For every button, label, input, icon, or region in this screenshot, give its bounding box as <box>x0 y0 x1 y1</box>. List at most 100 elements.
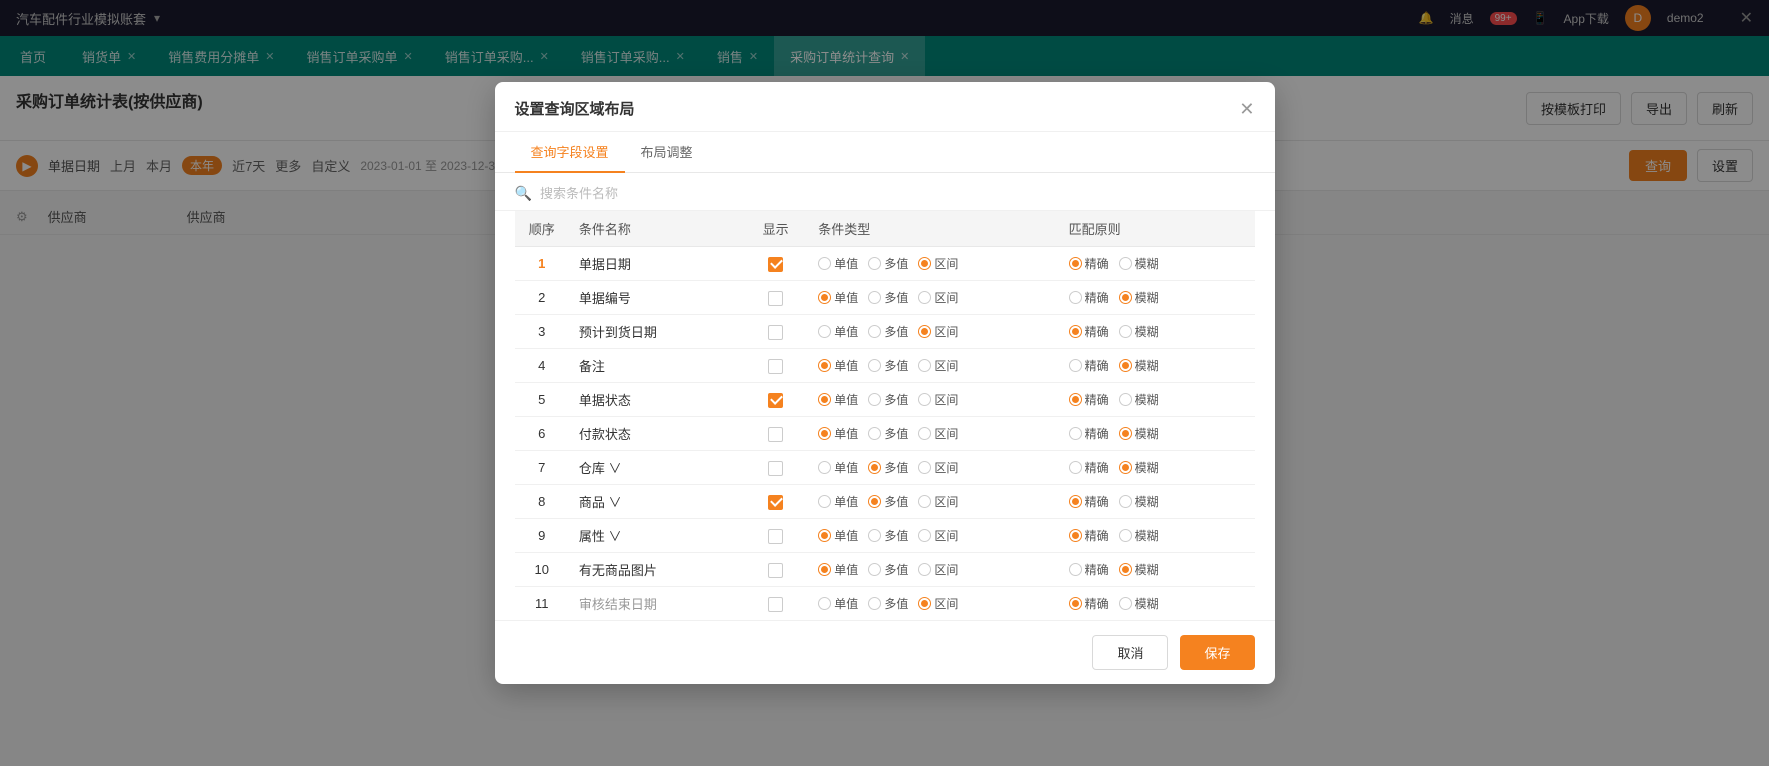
display-checkbox[interactable] <box>768 257 783 272</box>
type-radio-multi[interactable] <box>868 529 881 542</box>
type-radio-single[interactable] <box>818 393 831 406</box>
match-radio-exact[interactable] <box>1069 461 1082 474</box>
match-option-fuzzy[interactable]: 模糊 <box>1119 459 1159 476</box>
match-option-exact[interactable]: 精确 <box>1069 425 1109 442</box>
match-radio-fuzzy[interactable] <box>1119 597 1132 610</box>
type-option-range[interactable]: 区间 <box>918 425 958 442</box>
type-option-single[interactable]: 单值 <box>818 459 858 476</box>
type-radio-single[interactable] <box>818 325 831 338</box>
type-radio-range[interactable] <box>918 529 931 542</box>
display-checkbox[interactable] <box>768 529 783 544</box>
match-radio-fuzzy[interactable] <box>1119 291 1132 304</box>
type-option-single[interactable]: 单值 <box>818 561 858 578</box>
type-radio-single[interactable] <box>818 597 831 610</box>
type-radio-single[interactable] <box>818 563 831 576</box>
display-checkbox[interactable] <box>768 359 783 374</box>
match-option-exact[interactable]: 精确 <box>1069 527 1109 544</box>
type-option-range[interactable]: 区间 <box>918 357 958 374</box>
type-option-single[interactable]: 单值 <box>818 323 858 340</box>
type-option-multi[interactable]: 多值 <box>868 527 908 544</box>
match-option-exact[interactable]: 精确 <box>1069 561 1109 578</box>
match-option-fuzzy[interactable]: 模糊 <box>1119 527 1159 544</box>
type-radio-range[interactable] <box>918 393 931 406</box>
match-option-exact[interactable]: 精确 <box>1069 289 1109 306</box>
display-checkbox[interactable] <box>768 597 783 612</box>
type-radio-range[interactable] <box>918 461 931 474</box>
type-radio-multi[interactable] <box>868 495 881 508</box>
type-radio-range[interactable] <box>918 427 931 440</box>
type-option-range[interactable]: 区间 <box>918 561 958 578</box>
match-radio-fuzzy[interactable] <box>1119 495 1132 508</box>
type-option-range[interactable]: 区间 <box>918 289 958 306</box>
type-radio-range[interactable] <box>918 563 931 576</box>
match-radio-exact[interactable] <box>1069 359 1082 372</box>
type-option-range[interactable]: 区间 <box>918 493 958 510</box>
match-option-exact[interactable]: 精确 <box>1069 459 1109 476</box>
match-option-exact[interactable]: 精确 <box>1069 391 1109 408</box>
match-option-exact[interactable]: 精确 <box>1069 595 1109 612</box>
match-option-exact[interactable]: 精确 <box>1069 323 1109 340</box>
match-radio-fuzzy[interactable] <box>1119 563 1132 576</box>
display-checkbox[interactable] <box>768 427 783 442</box>
type-radio-multi[interactable] <box>868 563 881 576</box>
save-button[interactable]: 保存 <box>1180 635 1254 670</box>
display-checkbox[interactable] <box>768 325 783 340</box>
match-radio-exact[interactable] <box>1069 257 1082 270</box>
type-option-range[interactable]: 区间 <box>918 255 958 272</box>
match-option-fuzzy[interactable]: 模糊 <box>1119 391 1159 408</box>
match-radio-exact[interactable] <box>1069 529 1082 542</box>
match-radio-exact[interactable] <box>1069 427 1082 440</box>
match-option-fuzzy[interactable]: 模糊 <box>1119 323 1159 340</box>
match-radio-fuzzy[interactable] <box>1119 461 1132 474</box>
match-radio-exact[interactable] <box>1069 393 1082 406</box>
type-option-multi[interactable]: 多值 <box>868 289 908 306</box>
type-option-multi[interactable]: 多值 <box>868 493 908 510</box>
match-option-exact[interactable]: 精确 <box>1069 357 1109 374</box>
type-radio-range[interactable] <box>918 325 931 338</box>
modal-close-button[interactable]: ✕ <box>1239 100 1254 118</box>
display-checkbox[interactable] <box>768 291 783 306</box>
type-radio-range[interactable] <box>918 257 931 270</box>
type-option-single[interactable]: 单值 <box>818 289 858 306</box>
type-option-multi[interactable]: 多值 <box>868 323 908 340</box>
type-option-range[interactable]: 区间 <box>918 391 958 408</box>
tab-layout[interactable]: 布局调整 <box>625 132 709 173</box>
type-option-single[interactable]: 单值 <box>818 255 858 272</box>
type-option-range[interactable]: 区间 <box>918 527 958 544</box>
match-radio-exact[interactable] <box>1069 563 1082 576</box>
type-radio-multi[interactable] <box>868 291 881 304</box>
match-radio-fuzzy[interactable] <box>1119 393 1132 406</box>
match-option-fuzzy[interactable]: 模糊 <box>1119 255 1159 272</box>
type-radio-single[interactable] <box>818 495 831 508</box>
type-radio-range[interactable] <box>918 495 931 508</box>
type-option-multi[interactable]: 多值 <box>868 595 908 612</box>
match-option-fuzzy[interactable]: 模糊 <box>1119 493 1159 510</box>
match-radio-exact[interactable] <box>1069 325 1082 338</box>
type-option-single[interactable]: 单值 <box>818 357 858 374</box>
match-option-fuzzy[interactable]: 模糊 <box>1119 561 1159 578</box>
type-option-multi[interactable]: 多值 <box>868 255 908 272</box>
type-option-single[interactable]: 单值 <box>818 493 858 510</box>
match-radio-exact[interactable] <box>1069 291 1082 304</box>
type-option-multi[interactable]: 多值 <box>868 391 908 408</box>
type-option-multi[interactable]: 多值 <box>868 561 908 578</box>
type-option-multi[interactable]: 多值 <box>868 459 908 476</box>
match-option-exact[interactable]: 精确 <box>1069 255 1109 272</box>
display-checkbox[interactable] <box>768 495 783 510</box>
type-radio-range[interactable] <box>918 291 931 304</box>
match-option-fuzzy[interactable]: 模糊 <box>1119 425 1159 442</box>
match-radio-fuzzy[interactable] <box>1119 325 1132 338</box>
type-radio-single[interactable] <box>818 291 831 304</box>
match-radio-fuzzy[interactable] <box>1119 359 1132 372</box>
type-radio-multi[interactable] <box>868 325 881 338</box>
type-radio-multi[interactable] <box>868 257 881 270</box>
type-option-single[interactable]: 单值 <box>818 391 858 408</box>
match-radio-fuzzy[interactable] <box>1119 257 1132 270</box>
match-radio-exact[interactable] <box>1069 495 1082 508</box>
type-option-range[interactable]: 区间 <box>918 459 958 476</box>
type-option-range[interactable]: 区间 <box>918 595 958 612</box>
type-radio-single[interactable] <box>818 461 831 474</box>
type-radio-multi[interactable] <box>868 359 881 372</box>
match-radio-fuzzy[interactable] <box>1119 427 1132 440</box>
match-option-fuzzy[interactable]: 模糊 <box>1119 595 1159 612</box>
